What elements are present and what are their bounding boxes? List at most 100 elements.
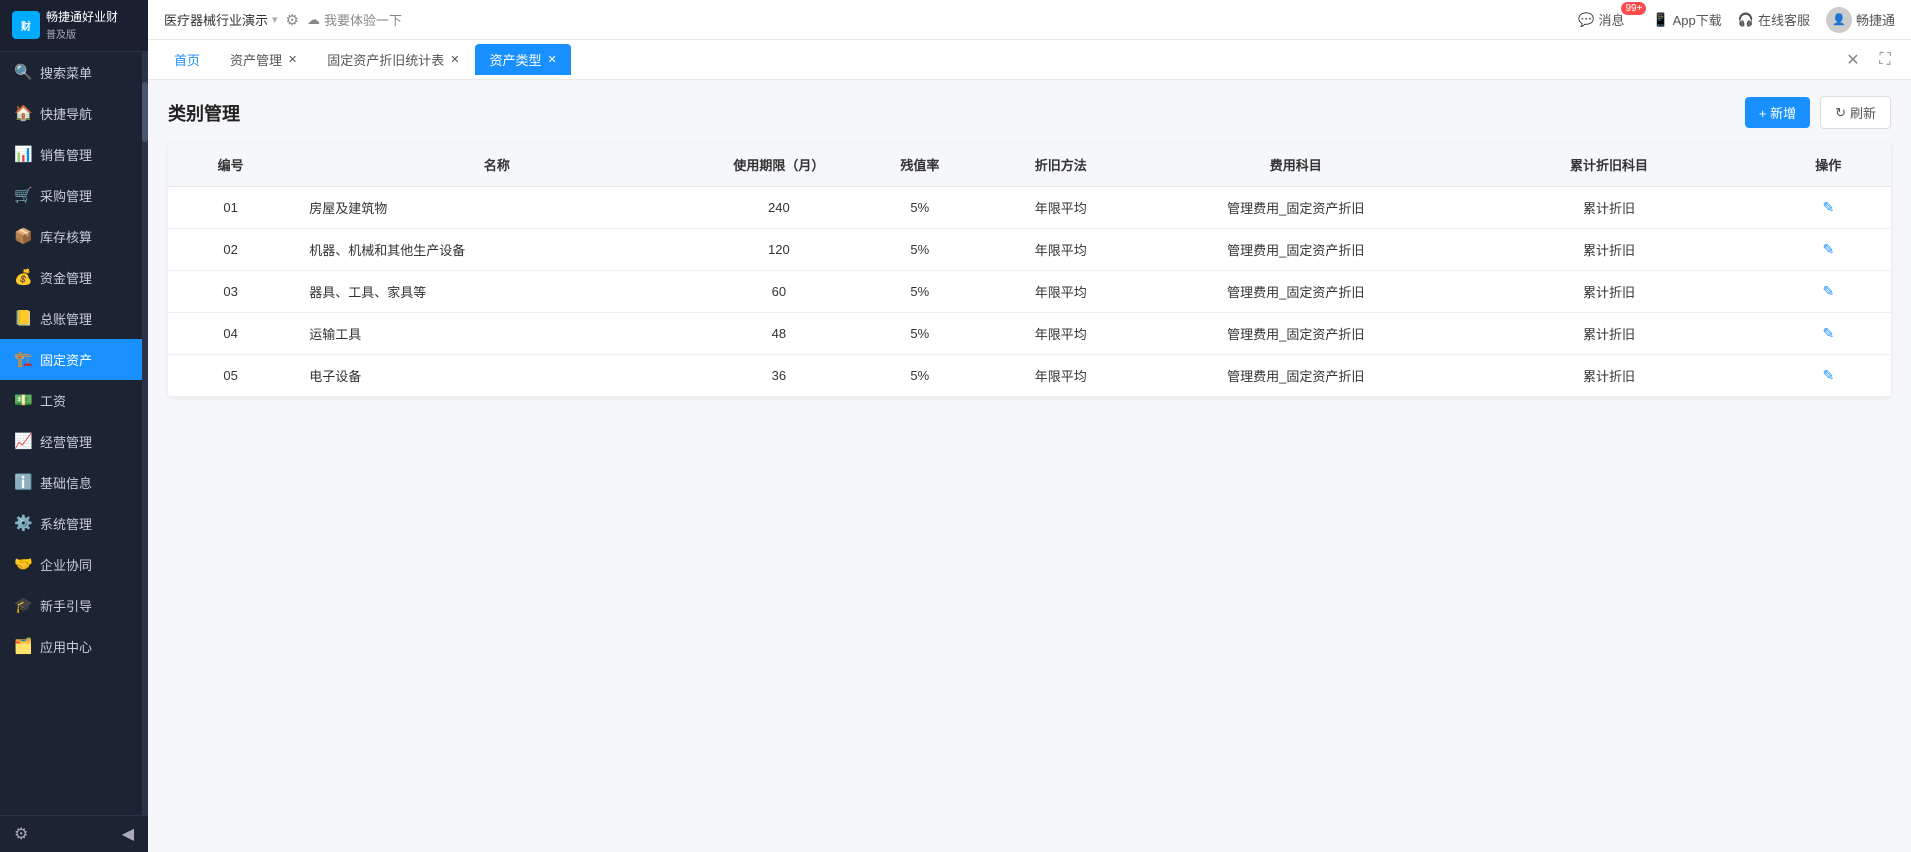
sidebar-item-payroll[interactable]: 💵工资 <box>0 380 142 421</box>
edit-icon-4[interactable]: ✎ <box>1822 367 1834 383</box>
sidebar-item-system[interactable]: ⚙️系统管理 <box>0 503 142 544</box>
sidebar-item-sales[interactable]: 📊 销售管理 <box>0 134 142 175</box>
cell-code-3: 04 <box>168 313 293 355</box>
page-header: 类别管理 + 新增 ↻ 刷新 <box>168 96 1891 129</box>
experience-button[interactable]: ☁ 我要体验一下 <box>307 10 402 29</box>
refresh-icon: ↻ <box>1835 105 1846 121</box>
table-header-row: 编号 名称 使用期限（月） 残值率 折旧方法 费用科目 累计折旧科目 操作 <box>168 143 1891 187</box>
topbar: 医疗器械行业演示 ▾ ⚙ ☁ 我要体验一下 💬 消息 99+ 📱 App下载 🎧… <box>148 0 1911 40</box>
funds-icon: 💰 <box>14 268 32 286</box>
maximize-window-button[interactable]: ⛶ <box>1871 46 1899 74</box>
cell-residual-1: 5% <box>857 229 982 271</box>
mobile-icon: 📱 <box>1652 12 1668 28</box>
collapse-icon[interactable]: ◀ <box>122 824 134 844</box>
edit-icon-3[interactable]: ✎ <box>1822 325 1834 341</box>
sidebar-item-label: 销售管理 <box>40 145 92 164</box>
cell-code-2: 03 <box>168 271 293 313</box>
page-title: 类别管理 <box>168 100 240 126</box>
cell-period-0: 240 <box>701 187 858 229</box>
close-asset-type-icon[interactable]: ✕ <box>548 53 557 66</box>
online-support-button[interactable]: 🎧 在线客服 <box>1738 10 1810 29</box>
app-download-label: App下载 <box>1673 10 1722 29</box>
cell-method-1: 年限平均 <box>982 229 1139 271</box>
tab-asset-management[interactable]: 资产管理 ✕ <box>216 44 311 75</box>
edit-icon-0[interactable]: ✎ <box>1822 199 1834 215</box>
tab-fixed-assets-table-label: 固定资产折旧统计表 <box>327 50 444 69</box>
sidebar: 财 畅捷通好业财 普及版 🔍搜索菜单🏠快捷导航📊销售管理🛒采购管理📦库存核算💰资… <box>0 0 148 852</box>
edit-icon-1[interactable]: ✎ <box>1822 241 1834 257</box>
topbar-left: 医疗器械行业演示 ▾ ⚙ ☁ 我要体验一下 <box>164 10 402 29</box>
col-header-method: 折旧方法 <box>982 143 1139 187</box>
sidebar-item-operations[interactable]: 📈经营管理 <box>0 421 142 462</box>
tab-asset-type[interactable]: 资产类型 ✕ <box>475 44 570 75</box>
cell-code-0: 01 <box>168 187 293 229</box>
app-download-button[interactable]: 📱 App下载 <box>1652 10 1721 29</box>
gear-icon[interactable]: ⚙ <box>286 11 299 29</box>
cell-op-1: ✎ <box>1766 229 1891 271</box>
inventory-icon: 📦 <box>14 227 32 245</box>
sidebar-item-label: 采购管理 <box>40 186 92 205</box>
new-button[interactable]: + 新增 <box>1745 97 1810 128</box>
sidebar-item-label: 系统管理 <box>40 514 92 533</box>
close-asset-management-icon[interactable]: ✕ <box>288 53 297 66</box>
headset-icon: 🎧 <box>1738 12 1754 28</box>
close-window-button[interactable]: ✕ <box>1839 46 1867 74</box>
col-header-residual: 残值率 <box>857 143 982 187</box>
tab-fixed-assets-table[interactable]: 固定资产折旧统计表 ✕ <box>313 44 473 75</box>
user-profile[interactable]: 👤 畅捷通 <box>1826 7 1895 33</box>
cell-period-3: 48 <box>701 313 858 355</box>
company-name: 医疗器械行业演示 <box>164 10 268 29</box>
sidebar-item-guide[interactable]: 🎓新手引导 <box>0 585 142 626</box>
messages-button[interactable]: 💬 消息 99+ <box>1578 10 1636 29</box>
sidebar-item-ledger[interactable]: 📒总账管理 <box>0 298 142 339</box>
sidebar-item-search[interactable]: 🔍 搜索菜单 <box>0 52 142 93</box>
cell-code-4: 05 <box>168 355 293 397</box>
quick-nav-icon: 🏠 <box>14 104 32 122</box>
tab-home[interactable]: 首页 <box>160 44 214 75</box>
refresh-button[interactable]: ↻ 刷新 <box>1820 96 1891 129</box>
sidebar-item-app-center[interactable]: 🗂️ 应用中心 <box>0 626 142 667</box>
sidebar-item-enterprise[interactable]: 🤝企业协同 <box>0 544 142 585</box>
tab-asset-management-label: 资产管理 <box>230 50 282 69</box>
cell-residual-2: 5% <box>857 271 982 313</box>
guide-icon: 🎓 <box>14 596 32 614</box>
cell-name-3: 运输工具 <box>293 313 700 355</box>
sales-icon: 📊 <box>14 145 32 163</box>
cell-op-2: ✎ <box>1766 271 1891 313</box>
edit-icon-2[interactable]: ✎ <box>1822 283 1834 299</box>
cell-period-4: 36 <box>701 355 858 397</box>
cell-name-2: 器具、工具、家具等 <box>293 271 700 313</box>
cell-name-0: 房屋及建筑物 <box>293 187 700 229</box>
tab-home-label: 首页 <box>174 50 200 69</box>
col-header-code: 编号 <box>168 143 293 187</box>
sidebar-item-funds[interactable]: 💰资金管理 <box>0 257 142 298</box>
sidebar-item-basic-info[interactable]: ℹ️基础信息 <box>0 462 142 503</box>
sidebar-item-label: 固定资产 <box>40 350 92 369</box>
sidebar-item-quick-nav[interactable]: 🏠 快捷导航 <box>0 93 142 134</box>
cell-residual-3: 5% <box>857 313 982 355</box>
close-fixed-assets-table-icon[interactable]: ✕ <box>450 53 459 66</box>
payroll-icon: 💵 <box>14 391 32 409</box>
cell-period-1: 120 <box>701 229 858 271</box>
sidebar-item-label: 经营管理 <box>40 432 92 451</box>
col-header-operation: 操作 <box>1766 143 1891 187</box>
cell-accum-3: 累计折旧 <box>1452 313 1765 355</box>
col-header-name: 名称 <box>293 143 700 187</box>
sidebar-item-purchase[interactable]: 🛒 采购管理 <box>0 175 142 216</box>
search-icon: 🔍 <box>14 63 32 81</box>
purchase-icon: 🛒 <box>14 186 32 204</box>
enterprise-icon: 🤝 <box>14 555 32 573</box>
cell-op-4: ✎ <box>1766 355 1891 397</box>
sidebar-item-inventory[interactable]: 📦库存核算 <box>0 216 142 257</box>
sidebar-item-fixed-assets[interactable]: 🏗️固定资产 <box>0 339 142 380</box>
logo-text: 畅捷通好业财 <box>46 10 118 26</box>
main-content: 医疗器械行业演示 ▾ ⚙ ☁ 我要体验一下 💬 消息 99+ 📱 App下载 🎧… <box>148 0 1911 852</box>
app-center-icon: 🗂️ <box>14 637 32 655</box>
cell-accum-0: 累计折旧 <box>1452 187 1765 229</box>
sidebar-item-label: 搜索菜单 <box>40 63 92 82</box>
company-selector[interactable]: 医疗器械行业演示 ▾ <box>164 10 278 29</box>
sidebar-item-label: 快捷导航 <box>40 104 92 123</box>
settings-icon[interactable]: ⚙ <box>14 824 28 844</box>
sidebar-bottom: ⚙ ◀ <box>0 815 148 852</box>
sidebar-item-label: 应用中心 <box>40 637 92 656</box>
